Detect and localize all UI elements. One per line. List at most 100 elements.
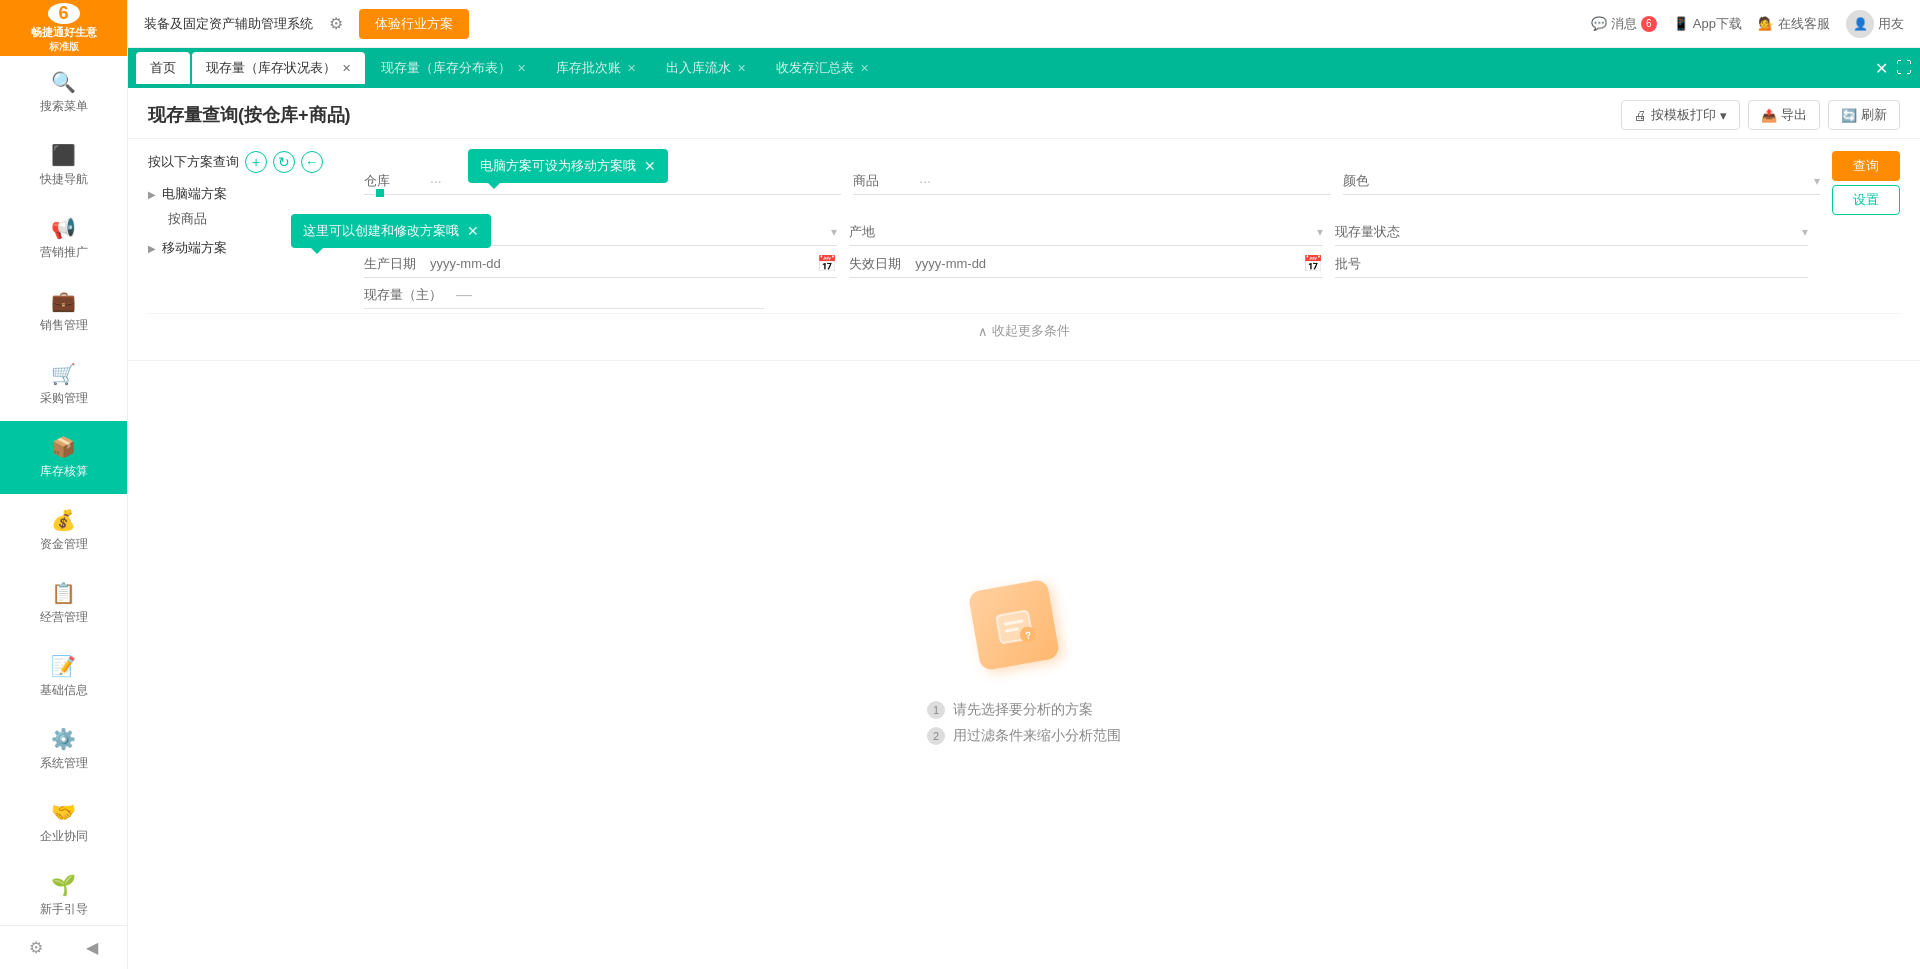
message-icon: 💬 [1591,16,1607,31]
main: 装备及固定资产辅助管理系统 ⚙ 体验行业方案 💬 消息 6 📱 App下载 💁 … [128,0,1920,969]
expire-date-input[interactable] [915,256,1296,271]
tip-num-2: 2 [927,727,945,745]
collapse-sidebar-btn[interactable]: ◀ [86,938,98,957]
settings-bottom-btn[interactable]: ⚙ [29,938,43,957]
sidebar-item-search[interactable]: 🔍 搜索菜单 [0,56,127,129]
trial-button[interactable]: 体验行业方案 [359,9,469,39]
newbie-nav-icon: 🌱 [51,873,76,897]
sidebar-item-newbie[interactable]: 🌱 新手引导 [0,859,127,925]
tab-inventory-dist-close[interactable]: ✕ [517,62,526,75]
close-all-tabs-btn[interactable]: ✕ [1875,59,1888,78]
system-title: 装备及固定资产辅助管理系统 [144,15,313,33]
collapse-more-btn[interactable]: ∧ 收起更多条件 [148,313,1900,348]
filter-goods: 商品 ··· [853,172,1330,195]
fullscreen-btn[interactable]: ⛶ [1896,59,1912,78]
tooltip-scheme-close[interactable]: ✕ [467,223,479,239]
tab-batch-close[interactable]: ✕ [627,62,636,75]
online-support-btn[interactable]: 💁 在线客服 [1758,15,1830,33]
sidebar-item-purchase[interactable]: 🛒 采购管理 [0,348,127,421]
stock-status-dropdown-icon[interactable]: ▾ [1802,225,1808,239]
tab-inventory-status-label: 现存量（库存状况表） [206,59,336,77]
export-btn[interactable]: 📤 导出 [1748,100,1820,130]
warehouse-more: ··· [430,173,442,189]
sidebar-item-inventory[interactable]: 📦 库存核算 [0,421,127,494]
sidebar-item-label: 搜索菜单 [40,98,88,115]
filter-stock-status[interactable]: 现存量状态 ▾ [1335,223,1808,246]
expire-date-cal-icon[interactable]: 📅 [1303,254,1323,273]
filter-produce-date[interactable]: 生产日期 📅 [364,254,837,278]
size-dropdown-icon[interactable]: ▾ [831,225,837,239]
mobile-scheme-label: 移动端方案 [162,239,227,257]
system-nav-icon: ⚙️ [51,727,76,751]
sidebar-item-basic[interactable]: 📝 基础信息 [0,640,127,713]
page-actions: 🖨 按模板打印 ▾ 📤 导出 🔄 刷新 [1621,100,1900,130]
support-icon: 💁 [1758,16,1774,31]
tab-inout[interactable]: 出入库流水 ✕ [652,52,760,84]
tab-inventory-dist-label: 现存量（库存分布表） [381,59,511,77]
app-download-btn[interactable]: 📱 App下载 [1673,15,1742,33]
tab-inventory-dist[interactable]: 现存量（库存分布表） ✕ [367,52,540,84]
stock-status-label: 现存量状态 [1335,223,1400,241]
content: 现存量查询(按仓库+商品) 🖨 按模板打印 ▾ 📤 导出 🔄 刷新 [128,88,1920,969]
tooltip-dot [376,189,384,197]
empty-icon: ? [974,585,1074,685]
sidebar-item-label: 系统管理 [40,755,88,772]
page-content: 现存量查询(按仓库+商品) 🖨 按模板打印 ▾ 📤 导出 🔄 刷新 [128,88,1920,969]
empty-icon-inner: ? [968,579,1061,672]
filter-add-scheme-btn[interactable]: + [245,151,267,173]
tab-bar-right: ✕ ⛶ [1875,59,1912,78]
sidebar-bottom: ⚙ ◀ [0,925,127,969]
filter-sync-btn[interactable]: ↻ [273,151,295,173]
sidebar-item-enterprise[interactable]: 🤝 企业协同 [0,786,127,859]
tooltip-add-close[interactable]: ✕ [644,158,656,174]
refresh-btn[interactable]: 🔄 刷新 [1828,100,1900,130]
stock-main-label: 现存量（主） [364,286,442,304]
top-header: 装备及固定资产辅助管理系统 ⚙ 体验行业方案 💬 消息 6 📱 App下载 💁 … [128,0,1920,48]
sidebar-item-operations[interactable]: 📋 经营管理 [0,567,127,640]
sidebar-item-system[interactable]: ⚙️ 系统管理 [0,713,127,786]
color-dropdown-icon[interactable]: ▾ [1814,174,1820,188]
scheme-pc[interactable]: ▶ 电脑端方案 [148,181,348,207]
tab-inventory-status[interactable]: 现存量（库存状况表） ✕ [192,52,365,84]
sidebar-item-guide[interactable]: ⬛ 快捷导航 [0,129,127,202]
filter-stock-main[interactable]: 现存量（主） — [364,286,764,309]
tab-home[interactable]: 首页 [136,52,190,84]
tab-summary[interactable]: 收发存汇总表 ✕ [762,52,883,84]
origin-dropdown-icon[interactable]: ▾ [1317,225,1323,239]
tooltip-scheme-text: 这里可以创建和修改方案哦 [303,222,459,240]
filter-label-text: 按以下方案查询 [148,153,239,171]
filter-label-row: 按以下方案查询 + ↻ ← [148,151,348,173]
sidebar-item-label: 营销推广 [40,244,88,261]
tab-inventory-status-close[interactable]: ✕ [342,62,351,75]
user-btn[interactable]: 👤 用友 [1846,10,1904,38]
sidebar-item-marketing[interactable]: 📢 营销推广 [0,202,127,275]
filter-expire-date[interactable]: 失效日期 📅 [849,254,1322,278]
sidebar-item-sales[interactable]: 💼 销售管理 [0,275,127,348]
filter-batch-no[interactable]: 批号 [1335,255,1808,278]
refresh-label: 刷新 [1861,106,1887,124]
enterprise-nav-icon: 🤝 [51,800,76,824]
print-btn[interactable]: 🖨 按模板打印 ▾ [1621,100,1740,130]
sidebar-item-finance[interactable]: 💰 资金管理 [0,494,127,567]
tab-summary-close[interactable]: ✕ [860,62,869,75]
message-badge: 6 [1641,16,1657,32]
empty-tip-2: 2 用过滤条件来缩小分析范围 [927,727,1121,745]
search-button[interactable]: 查询 [1832,151,1900,181]
sidebar-item-label: 快捷导航 [40,171,88,188]
filter-area: 按以下方案查询 + ↻ ← ▶ 电脑端方案 [128,139,1920,361]
page-title-bar: 现存量查询(按仓库+商品) 🖨 按模板打印 ▾ 📤 导出 🔄 刷新 [128,88,1920,139]
filter-origin[interactable]: 产地 ▾ [849,223,1322,246]
filter-color[interactable]: 颜色 ▾ [1343,172,1820,195]
batch-no-input[interactable] [1401,256,1808,271]
color-label: 颜色 [1343,172,1403,190]
system-settings-btn[interactable]: ⚙ [329,14,343,33]
message-btn[interactable]: 💬 消息 6 [1591,15,1657,33]
filter-back-btn[interactable]: ← [301,151,323,173]
set-button[interactable]: 设置 [1832,185,1900,215]
sub-scheme-goods-label: 按商品 [168,210,207,228]
produce-date-cal-icon[interactable]: 📅 [817,254,837,273]
produce-date-input[interactable] [430,256,811,271]
user-label: 用友 [1878,15,1904,33]
tab-batch[interactable]: 库存批次账 ✕ [542,52,650,84]
tab-inout-close[interactable]: ✕ [737,62,746,75]
